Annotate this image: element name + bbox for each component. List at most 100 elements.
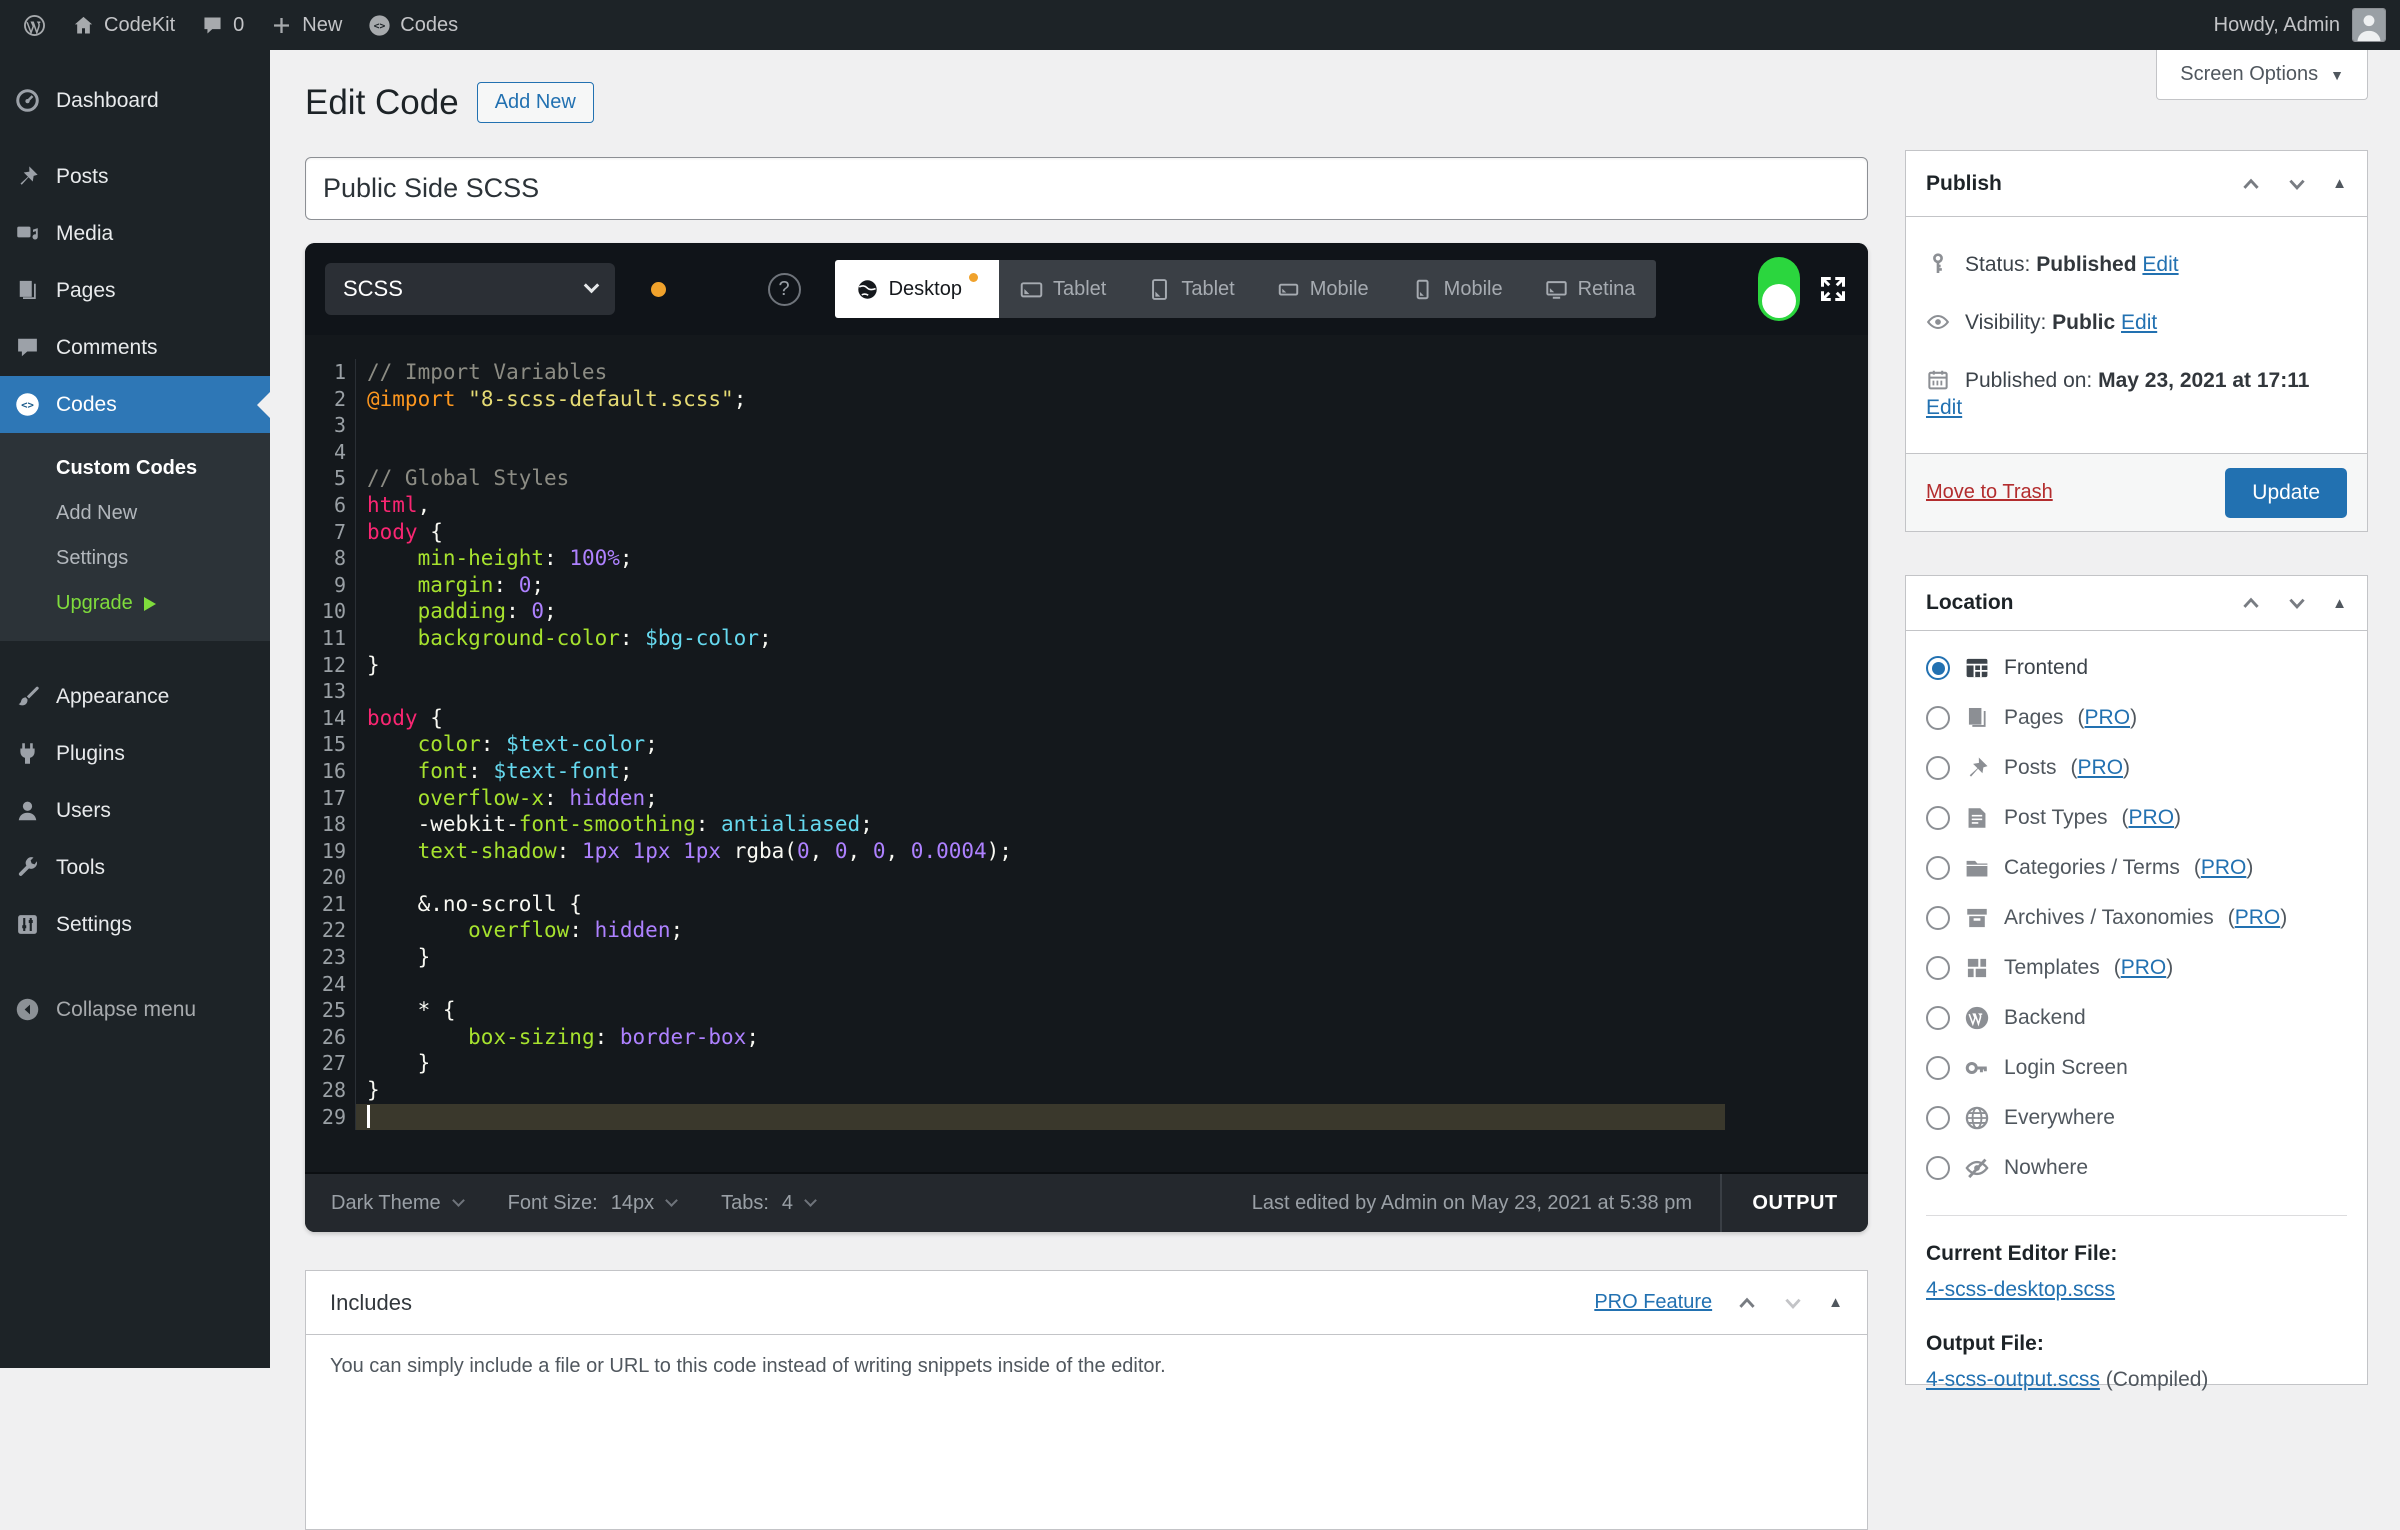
code-line-4[interactable]: 4 [305, 438, 1868, 466]
pro-link[interactable]: PRO [2201, 856, 2247, 879]
location-option-backend[interactable]: Backend [1926, 993, 2347, 1043]
code-line-8[interactable]: 8 min-height: 100%; [305, 545, 1868, 572]
code-line-16[interactable]: 16 font: $text-font; [305, 757, 1868, 785]
site-name-button[interactable]: CodeKit [59, 0, 188, 50]
update-button[interactable]: Update [2225, 467, 2347, 518]
move-down-icon[interactable] [1782, 1292, 1804, 1314]
code-line-24[interactable]: 24 [305, 970, 1868, 998]
sidebar-item-codes[interactable]: <> Codes [0, 376, 270, 433]
pro-feature-link[interactable]: PRO Feature [1594, 1291, 1712, 1314]
edit-published-date-link[interactable]: Edit [1926, 396, 1962, 419]
code-line-14[interactable]: 14 body { [305, 704, 1868, 732]
code-line-19[interactable]: 19 text-shadow: 1px 1px 1px rgba(0, 0, 0… [305, 837, 1868, 865]
radio-nowhere[interactable] [1926, 1156, 1950, 1180]
radio-categories-terms[interactable] [1926, 856, 1950, 880]
sidebar-item-posts[interactable]: Posts [0, 148, 270, 205]
code-line-23[interactable]: 23 } [305, 944, 1868, 971]
device-tab-retina-5[interactable]: Retina [1524, 260, 1657, 318]
sidebar-item-dashboard[interactable]: Dashboard [0, 72, 270, 129]
radio-frontend[interactable] [1926, 656, 1950, 680]
code-line-18[interactable]: 18 -webkit-font-smoothing: antialiased; [305, 811, 1868, 838]
edit-visibility-link[interactable]: Edit [2121, 311, 2157, 334]
codes-shortcut[interactable]: <> Codes [355, 0, 471, 50]
language-select[interactable]: SCSS [325, 263, 615, 315]
device-tab-tablet-1[interactable]: Tablet [999, 260, 1127, 318]
code-line-7[interactable]: 7 body { [305, 518, 1868, 546]
collapse-panel-icon[interactable]: ▲ [1828, 1294, 1843, 1311]
code-title-input[interactable] [305, 157, 1868, 220]
collapse-panel-icon[interactable]: ▲ [2332, 175, 2347, 192]
radio-login-screen[interactable] [1926, 1056, 1950, 1080]
output-file-link[interactable]: 4-scss-output.scss [1926, 1368, 2100, 1391]
sidebar-item-plugins[interactable]: Plugins [0, 725, 270, 782]
code-line-17[interactable]: 17 overflow-x: hidden; [305, 784, 1868, 812]
radio-templates[interactable] [1926, 956, 1950, 980]
code-line-21[interactable]: 21 &.no-scroll { [305, 890, 1868, 918]
move-up-icon[interactable] [2240, 592, 2262, 614]
code-line-11[interactable]: 11 background-color: $bg-color; [305, 624, 1868, 652]
output-tab[interactable]: OUTPUT [1720, 1174, 1868, 1232]
submenu-item-upgrade[interactable]: Upgrade [0, 581, 270, 626]
sidebar-item-appearance[interactable]: Appearance [0, 668, 270, 725]
location-option-everywhere[interactable]: Everywhere [1926, 1093, 2347, 1143]
collapse-menu-button[interactable]: Collapse menu [0, 981, 270, 1038]
tabs-select[interactable]: Tabs: 4 [721, 1192, 817, 1215]
submenu-item-custom-codes[interactable]: Custom Codes [0, 446, 270, 491]
location-option-templates[interactable]: Templates (PRO) [1926, 943, 2347, 993]
radio-posts[interactable] [1926, 756, 1950, 780]
wordpress-menu-button[interactable] [10, 0, 59, 50]
device-tab-desktop-0[interactable]: Desktop [834, 260, 999, 318]
pro-link[interactable]: PRO [2085, 706, 2131, 729]
fullscreen-icon[interactable] [1818, 274, 1848, 304]
editor-enabled-toggle[interactable] [1758, 257, 1800, 321]
submenu-item-settings[interactable]: Settings [0, 536, 270, 581]
sidebar-item-tools[interactable]: Tools [0, 839, 270, 896]
pro-link[interactable]: PRO [2129, 806, 2175, 829]
move-down-icon[interactable] [2286, 592, 2308, 614]
code-line-6[interactable]: 6 html, [305, 491, 1868, 519]
code-line-2[interactable]: 2 @import "8-scss-default.scss"; [305, 385, 1868, 413]
code-line-5[interactable]: 5// Global Styles [305, 465, 1868, 492]
screen-options-button[interactable]: Screen Options ▼ [2156, 50, 2368, 100]
radio-everywhere[interactable] [1926, 1106, 1950, 1130]
code-line-1[interactable]: 1// Import Variables [305, 359, 1868, 386]
location-option-categories-terms[interactable]: Categories / Terms (PRO) [1926, 843, 2347, 893]
location-option-posts[interactable]: Posts (PRO) [1926, 743, 2347, 793]
sidebar-item-media[interactable]: Media [0, 205, 270, 262]
font-size-select[interactable]: Font Size: 14px [508, 1192, 678, 1215]
device-tab-mobile-3[interactable]: Mobile [1256, 260, 1390, 318]
pro-link[interactable]: PRO [2235, 906, 2281, 929]
move-to-trash-link[interactable]: Move to Trash [1926, 481, 2053, 504]
move-up-icon[interactable] [1736, 1292, 1758, 1314]
code-line-3[interactable]: 3 [305, 412, 1868, 439]
sidebar-item-settings[interactable]: Settings [0, 896, 270, 953]
code-line-27[interactable]: 27 } [305, 1050, 1868, 1078]
sidebar-item-pages[interactable]: Pages [0, 262, 270, 319]
code-line-13[interactable]: 13 [305, 678, 1868, 705]
edit-status-link[interactable]: Edit [2142, 253, 2178, 276]
code-line-9[interactable]: 9 margin: 0; [305, 571, 1868, 599]
new-content-button[interactable]: New [257, 0, 355, 50]
radio-post-types[interactable] [1926, 806, 1950, 830]
device-tab-tablet-2[interactable]: Tablet [1127, 260, 1255, 318]
code-line-15[interactable]: 15 color: $text-color; [305, 731, 1868, 758]
pro-link[interactable]: PRO [2121, 956, 2167, 979]
code-line-20[interactable]: 20 [305, 864, 1868, 891]
radio-archives-taxonomies[interactable] [1926, 906, 1950, 930]
code-line-22[interactable]: 22 overflow: hidden; [305, 917, 1868, 945]
sidebar-item-users[interactable]: Users [0, 782, 270, 839]
help-button[interactable]: ? [767, 272, 801, 306]
location-option-login-screen[interactable]: Login Screen [1926, 1043, 2347, 1093]
howdy-text[interactable]: Howdy, Admin [2214, 14, 2340, 37]
radio-pages[interactable] [1926, 706, 1950, 730]
comments-shortcut[interactable]: 0 [188, 0, 257, 50]
device-tab-mobile-4[interactable]: Mobile [1390, 260, 1524, 318]
move-down-icon[interactable] [2286, 173, 2308, 195]
location-option-frontend[interactable]: Frontend [1926, 643, 2347, 693]
code-line-10[interactable]: 10 padding: 0; [305, 598, 1868, 625]
code-line-25[interactable]: 25 * { [305, 997, 1868, 1024]
submenu-item-add-new[interactable]: Add New [0, 491, 270, 536]
collapse-panel-icon[interactable]: ▲ [2332, 595, 2347, 612]
code-area[interactable]: 1// Import Variables 2 @import "8-scss-def… [305, 335, 1868, 1172]
add-new-button[interactable]: Add New [476, 82, 594, 123]
